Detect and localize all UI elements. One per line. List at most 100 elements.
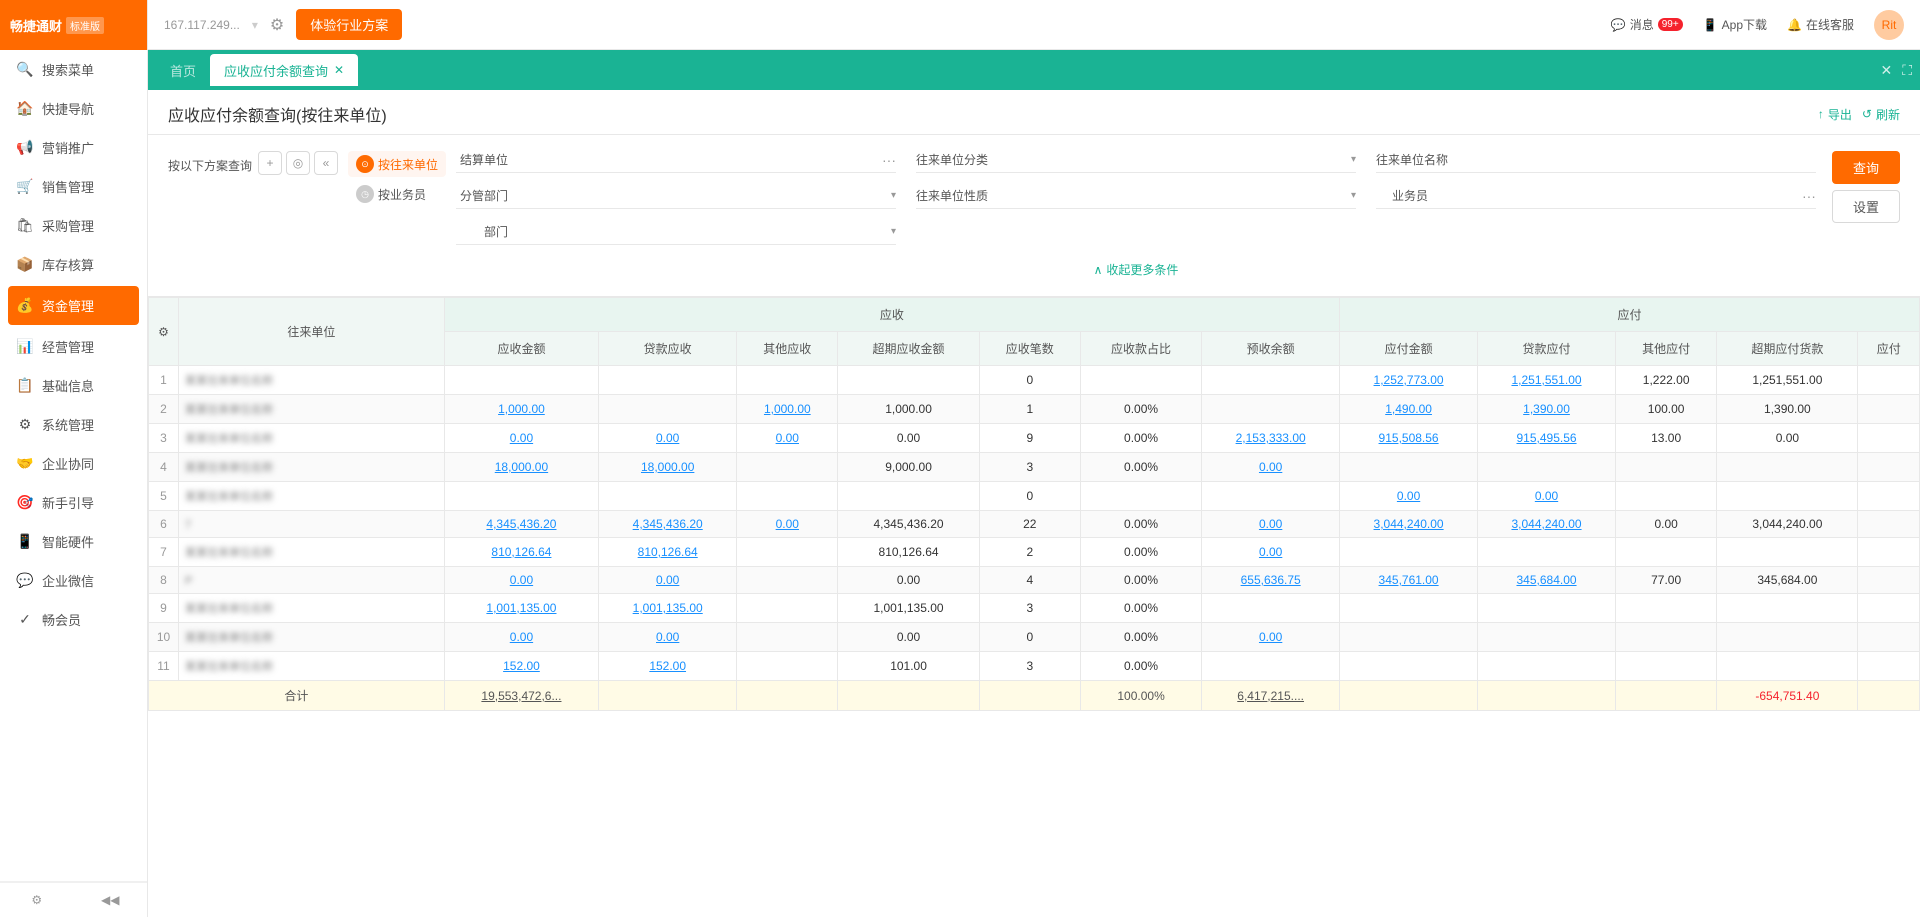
ar-loan[interactable]: 152.00: [599, 652, 737, 681]
ar-amount[interactable]: 0.00: [444, 424, 599, 453]
scheme-bystaff[interactable]: ◷ 按业务员: [348, 181, 446, 207]
department-dropdown-icon[interactable]: ▾: [891, 226, 896, 237]
sidebar-item-system[interactable]: ⚙ 系统管理: [0, 405, 147, 444]
sidebar-item-purchase[interactable]: 🛍 采购管理: [0, 206, 147, 245]
ar-amount[interactable]: 0.00: [444, 623, 599, 652]
sidebar-item-sales[interactable]: 🛒 销售管理: [0, 167, 147, 206]
ap-loan[interactable]: 915,495.56: [1478, 424, 1616, 453]
col-settings[interactable]: ⚙: [149, 298, 179, 366]
ar-amount[interactable]: 0.00: [444, 567, 599, 594]
ar-prepay[interactable]: 0.00: [1202, 538, 1340, 567]
sidebar-collapse-button[interactable]: ◀◀: [74, 883, 148, 917]
sidebar-item-operation[interactable]: 📊 经营管理: [0, 327, 147, 366]
field-department-input[interactable]: [520, 225, 887, 239]
field-partner-name-input[interactable]: [1460, 153, 1816, 167]
ar-loan[interactable]: 0.00: [599, 623, 737, 652]
tab-close-icon[interactable]: ✕: [334, 63, 344, 77]
summary-ar-prepay[interactable]: 6,417,215....: [1202, 681, 1340, 711]
salesperson-dots-icon[interactable]: ···: [1802, 188, 1816, 204]
header-gear-icon[interactable]: ⚙: [270, 15, 284, 35]
summary-ar-amount[interactable]: 19,553,472,6...: [444, 681, 599, 711]
ap-amount[interactable]: 915,508.56: [1340, 424, 1478, 453]
field-partner-category-input[interactable]: [1000, 153, 1347, 167]
ap-loan[interactable]: 1,251,551.00: [1478, 366, 1616, 395]
filter-options-button[interactable]: ◎: [286, 151, 310, 175]
ar-other[interactable]: 1,000.00: [737, 395, 838, 424]
app-download-button[interactable]: 📱 App下载: [1703, 16, 1767, 33]
window-close-icon[interactable]: ✕: [1880, 62, 1892, 79]
online-service-button[interactable]: 🔔 在线客服: [1787, 16, 1854, 33]
tab-home[interactable]: 首页: [156, 54, 210, 86]
ar-amount[interactable]: 18,000.00: [444, 453, 599, 482]
ar-loan[interactable]: 1,001,135.00: [599, 594, 737, 623]
partner-category-dropdown-icon[interactable]: ▾: [1351, 154, 1356, 165]
ap-amount[interactable]: 0.00: [1340, 482, 1478, 511]
collapse-filter-button[interactable]: «: [314, 151, 338, 175]
ar-amount[interactable]: 810,126.64: [444, 538, 599, 567]
ap-loan[interactable]: 1,390.00: [1478, 395, 1616, 424]
ar-prepay[interactable]: 2,153,333.00: [1202, 424, 1340, 453]
query-button[interactable]: 查询: [1832, 151, 1900, 184]
table-container[interactable]: ⚙ 往来单位 应收 应付 应收金额 贷款应收 其他应收 超期应收金额 应收笔数 …: [148, 297, 1920, 917]
user-name: Rit: [1882, 18, 1897, 32]
sidebar-item-guide[interactable]: 🎯 新手引导: [0, 483, 147, 522]
sidebar-item-basic[interactable]: 📋 基础信息: [0, 366, 147, 405]
ar-amount[interactable]: 152.00: [444, 652, 599, 681]
ap-amount[interactable]: 3,044,240.00: [1340, 511, 1478, 538]
ar-amount[interactable]: 1,001,135.00: [444, 594, 599, 623]
row-number: 8: [149, 567, 179, 594]
ar-other[interactable]: 0.00: [737, 511, 838, 538]
sidebar-item-hardware[interactable]: 📱 智能硬件: [0, 522, 147, 561]
field-settlement-input[interactable]: [520, 153, 878, 167]
ar-prepay[interactable]: 655,636.75: [1202, 567, 1340, 594]
sidebar-item-finance[interactable]: 💰 资金管理: [8, 286, 139, 325]
ar-amount[interactable]: 4,345,436.20: [444, 511, 599, 538]
setting-button[interactable]: 设置: [1832, 190, 1900, 223]
ap-amount[interactable]: 1,252,773.00: [1340, 366, 1478, 395]
dept-dropdown-icon[interactable]: ▾: [891, 190, 896, 201]
partner-name: 某某往来单位名称: [179, 395, 445, 424]
ap-amount[interactable]: 345,761.00: [1340, 567, 1478, 594]
ap-amount[interactable]: 1,490.00: [1340, 395, 1478, 424]
collapse-bar[interactable]: ∧ 收起更多条件: [456, 255, 1816, 284]
export-button[interactable]: ↑ 导出: [1818, 106, 1852, 123]
add-filter-button[interactable]: +: [258, 151, 282, 175]
solution-button[interactable]: 体验行业方案: [296, 9, 402, 40]
sidebar-item-search[interactable]: 🔍 搜索菜单: [0, 50, 147, 89]
ar-prepay[interactable]: 0.00: [1202, 453, 1340, 482]
ar-loan[interactable]: 18,000.00: [599, 453, 737, 482]
refresh-button[interactable]: ↺ 刷新: [1862, 106, 1900, 123]
partner-nature-dropdown-icon[interactable]: ▾: [1351, 190, 1356, 201]
user-avatar[interactable]: Rit: [1874, 10, 1904, 40]
sidebar-settings-button[interactable]: ⚙: [0, 883, 74, 917]
tab-arquery[interactable]: 应收应付余额查询 ✕: [210, 54, 358, 86]
table-row: 674,345,436.204,345,436.200.004,345,436.…: [149, 511, 1920, 538]
ap-loan[interactable]: 3,044,240.00: [1478, 511, 1616, 538]
ar-other[interactable]: 0.00: [737, 424, 838, 453]
ar-prepay[interactable]: 0.00: [1202, 623, 1340, 652]
ap-loan[interactable]: 0.00: [1478, 482, 1616, 511]
ar-loan[interactable]: 0.00: [599, 567, 737, 594]
sidebar-item-marketing[interactable]: 📢 营销推广: [0, 128, 147, 167]
sidebar-item-member[interactable]: ✓ 畅会员: [0, 600, 147, 639]
settlement-dots-icon[interactable]: ···: [882, 152, 896, 168]
sidebar-item-quicknav[interactable]: 🏠 快捷导航: [0, 89, 147, 128]
basic-icon: 📋: [16, 377, 34, 394]
field-partner-nature-input[interactable]: [1000, 189, 1347, 203]
messages-button[interactable]: 💬 消息 99+: [1611, 16, 1683, 33]
ar-prepay[interactable]: 0.00: [1202, 511, 1340, 538]
ar-amount[interactable]: 1,000.00: [444, 395, 599, 424]
ar-loan[interactable]: 0.00: [599, 424, 737, 453]
field-partner-name: 往来单位名称: [1376, 147, 1816, 173]
sidebar-item-wechat[interactable]: 💬 企业微信: [0, 561, 147, 600]
window-expand-icon[interactable]: ⛶: [1902, 62, 1912, 79]
ap-loan[interactable]: 345,684.00: [1478, 567, 1616, 594]
ar-loan[interactable]: 810,126.64: [599, 538, 737, 567]
ar-loan[interactable]: 4,345,436.20: [599, 511, 737, 538]
field-salesperson-input[interactable]: [1440, 189, 1798, 203]
sidebar-item-corp[interactable]: 🤝 企业协同: [0, 444, 147, 483]
field-dept-input[interactable]: [520, 189, 887, 203]
ap-other: 100.00: [1615, 395, 1716, 424]
scheme-byunit[interactable]: ⊙ 按往来单位: [348, 151, 446, 177]
sidebar-item-inventory[interactable]: 📦 库存核算: [0, 245, 147, 284]
